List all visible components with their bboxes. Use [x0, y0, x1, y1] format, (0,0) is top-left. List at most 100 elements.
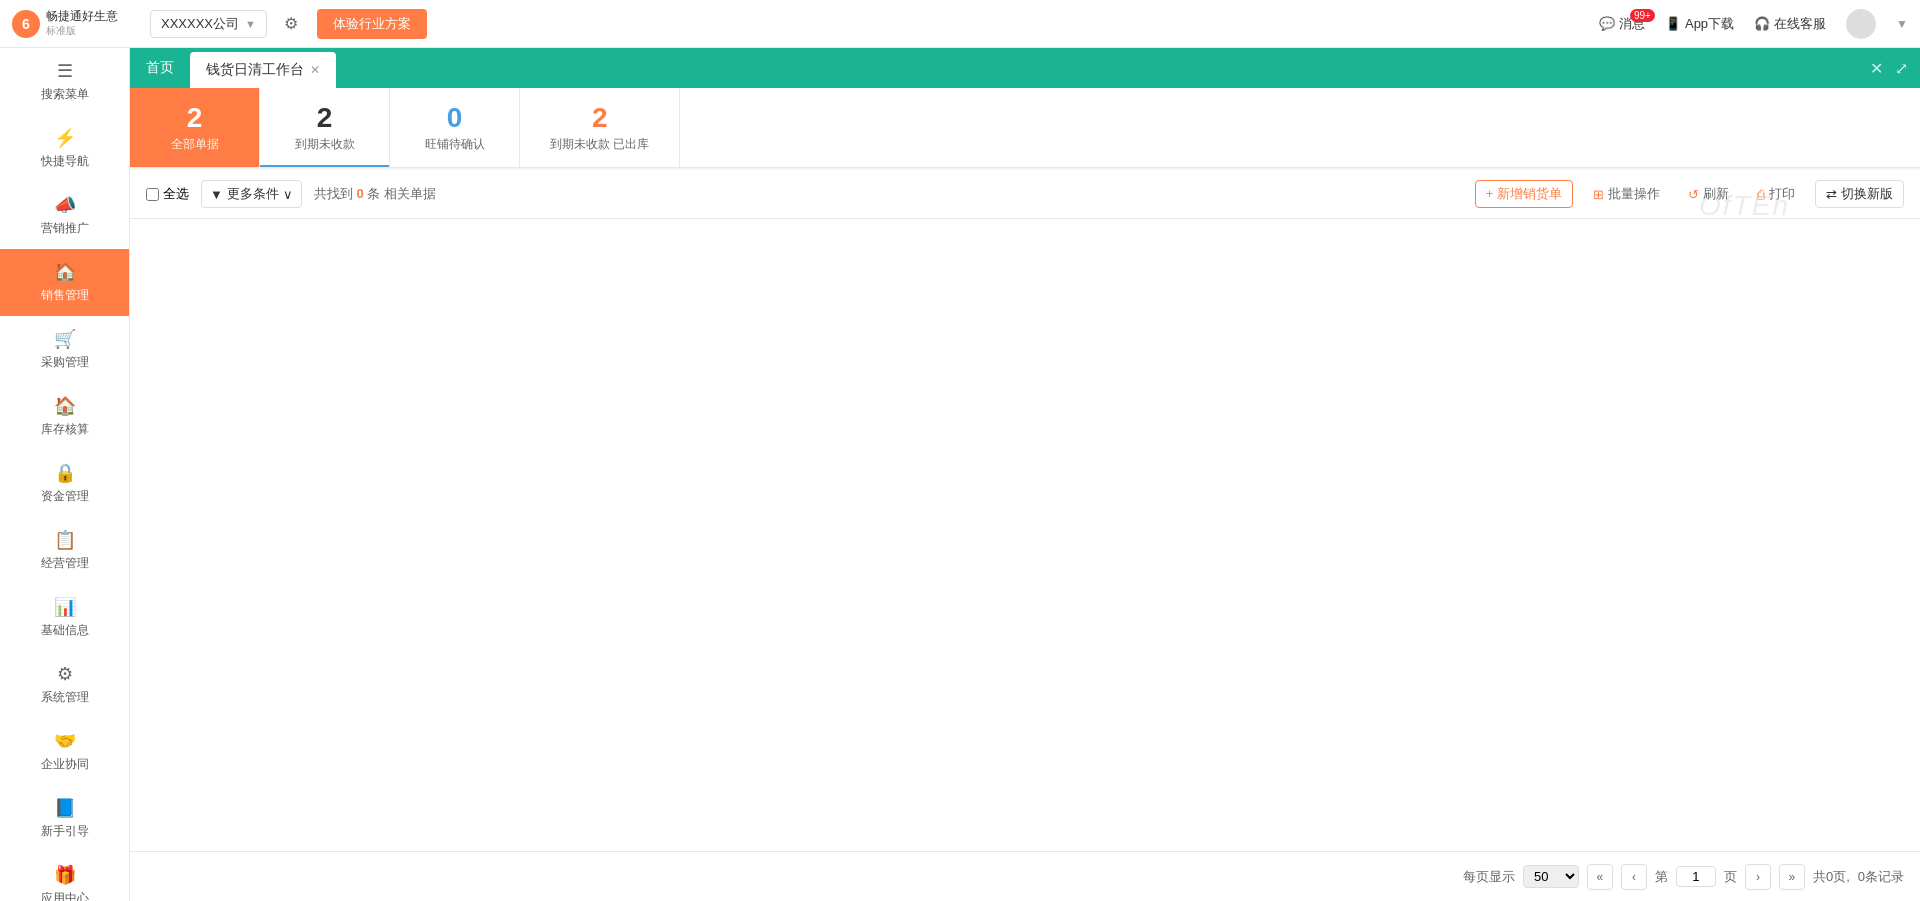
sidebar-label-inventory: 库存核算 [41, 421, 89, 438]
stat-label-overdue: 到期未收款 [295, 136, 355, 153]
prev-page-icon: ‹ [1632, 870, 1636, 884]
top-bar: 6 畅捷通好生意 标准版 XXXXXX公司 ▼ ⚙ 体验行业方案 💬 消息 99… [0, 0, 1920, 48]
tab-close-all-icon[interactable]: ✕ [1870, 59, 1883, 78]
next-page-button[interactable]: › [1745, 864, 1771, 890]
logo-text: 畅捷通好生意 [46, 9, 118, 25]
username-area[interactable]: ▼ [1896, 17, 1908, 31]
page-size-select[interactable]: 10 20 50 100 [1523, 865, 1579, 888]
quicknav-icon: ⚡ [54, 127, 76, 149]
prev-page-button[interactable]: ‹ [1621, 864, 1647, 890]
stat-label-all: 全部单据 [171, 136, 219, 153]
stat-card-overdue-shipped[interactable]: 2 到期未收款 已出库 [520, 88, 680, 167]
select-all-checkbox[interactable]: 全选 [146, 185, 189, 203]
message-badge: 99+ [1630, 9, 1655, 22]
sidebar-item-operation[interactable]: 📋 经营管理 [0, 517, 129, 584]
stat-card-all[interactable]: 2 全部单据 [130, 88, 260, 167]
total-records-text: 0条记录 [1858, 868, 1904, 886]
next-page-icon: › [1756, 870, 1760, 884]
last-page-icon: » [1789, 870, 1796, 884]
basic-icon: 📊 [54, 596, 76, 618]
marketing-icon: 📣 [54, 194, 76, 216]
tab-workbench-label: 钱货日清工作台 [206, 61, 304, 79]
menu-icon: ☰ [57, 60, 73, 82]
message-button[interactable]: 💬 消息 99+ [1599, 15, 1645, 33]
sidebar-label-operation: 经营管理 [41, 555, 89, 572]
tab-home[interactable]: 首页 [130, 48, 190, 88]
switch-label: 切换新版 [1841, 185, 1893, 203]
sidebar-item-finance[interactable]: 🔒 资金管理 [0, 450, 129, 517]
sidebar-label-apps: 应用中心 [41, 890, 89, 901]
tab-workbench[interactable]: 钱货日清工作台 ✕ [190, 52, 336, 88]
toolbar-left: 全选 ▼ 更多条件 ∨ 共找到 0 条 相关单据 [146, 180, 1463, 208]
stat-number-overdue-shipped: 2 [592, 102, 608, 134]
gear-icon: ⚙ [284, 14, 298, 33]
stat-card-pending[interactable]: 0 旺铺待确认 [390, 88, 520, 167]
inventory-icon: 🏠 [54, 395, 76, 417]
switch-version-button[interactable]: ⇄ 切换新版 [1815, 180, 1904, 208]
company-name: XXXXXX公司 [161, 15, 239, 33]
download-icon: 📱 [1665, 16, 1681, 31]
sidebar-item-basic[interactable]: 📊 基础信息 [0, 584, 129, 651]
message-icon: 💬 [1599, 16, 1615, 31]
select-all-input[interactable] [146, 188, 159, 201]
filter-icon: ▼ [210, 187, 223, 202]
user-avatar[interactable] [1846, 9, 1876, 39]
username-text: ▼ [1896, 17, 1908, 31]
service-icon: 🎧 [1754, 16, 1770, 31]
app-download-button[interactable]: 📱 App下载 [1665, 15, 1734, 33]
tab-expand-icon[interactable]: ⤢ [1895, 59, 1908, 78]
avatar-image [1846, 9, 1876, 39]
experience-button[interactable]: 体验行业方案 [317, 9, 427, 39]
settings-button[interactable]: ⚙ [275, 8, 307, 40]
sidebar-item-apps[interactable]: 🎁 应用中心 [0, 852, 129, 901]
company-dropdown-arrow: ▼ [245, 18, 256, 30]
stat-card-overdue[interactable]: 2 到期未收款 [260, 88, 390, 167]
apps-icon: 🎁 [54, 864, 76, 886]
app-download-label: App下载 [1685, 15, 1734, 33]
tab-close-icon[interactable]: ✕ [310, 63, 320, 77]
first-page-button[interactable]: « [1587, 864, 1613, 890]
sidebar-item-marketing[interactable]: 📣 营销推广 [0, 182, 129, 249]
page-number-input[interactable] [1676, 866, 1716, 887]
refresh-icon: ↺ [1688, 187, 1699, 202]
add-sale-label: + 新增销货单 [1486, 185, 1562, 203]
sidebar-item-search[interactable]: ☰ 搜索菜单 [0, 48, 129, 115]
sidebar-item-system[interactable]: ⚙ 系统管理 [0, 651, 129, 718]
tab-bar-actions: ✕ ⤢ [1870, 59, 1920, 78]
sidebar-item-purchase[interactable]: 🛒 采购管理 [0, 316, 129, 383]
guide-icon: 📘 [54, 797, 76, 819]
batch-operation-button[interactable]: ⊞ 批量操作 [1585, 181, 1668, 207]
logo-area: 6 畅捷通好生意 标准版 [12, 9, 142, 39]
batch-label: 批量操作 [1608, 185, 1660, 203]
company-selector[interactable]: XXXXXX公司 ▼ [150, 10, 267, 38]
tab-home-label: 首页 [146, 59, 174, 77]
top-right-area: 💬 消息 99+ 📱 App下载 🎧 在线客服 ▼ [1599, 9, 1908, 39]
main-content: 2 全部单据 2 到期未收款 0 旺铺待确认 2 到期未收款 已出库 [130, 88, 1920, 901]
total-pages-text: 共0页, [1813, 868, 1850, 886]
sidebar-item-sales[interactable]: 🏠 销售管理 [0, 249, 129, 316]
sidebar-label-purchase: 采购管理 [41, 354, 89, 371]
filter-label: 更多条件 [227, 185, 279, 203]
online-service-label: 在线客服 [1774, 15, 1826, 33]
switch-icon: ⇄ [1826, 187, 1837, 202]
stat-number-overdue: 2 [317, 102, 333, 134]
sidebar-item-inventory[interactable]: 🏠 库存核算 [0, 383, 129, 450]
sidebar: ☰ 搜索菜单 ⚡ 快捷导航 📣 营销推广 🏠 销售管理 🛒 采购管理 🏠 库存核… [0, 48, 130, 901]
table-area [130, 219, 1920, 851]
add-sale-button[interactable]: + 新增销货单 [1475, 180, 1573, 208]
sidebar-label-guide: 新手引导 [41, 823, 89, 840]
sidebar-label-basic: 基础信息 [41, 622, 89, 639]
sidebar-item-guide[interactable]: 📘 新手引导 [0, 785, 129, 852]
filter-button[interactable]: ▼ 更多条件 ∨ [201, 180, 302, 208]
found-count: 0 [357, 186, 364, 201]
batch-icon: ⊞ [1593, 187, 1604, 202]
print-button[interactable]: ⎙ 打印 [1749, 181, 1803, 207]
enterprise-icon: 🤝 [54, 730, 76, 752]
logo-badge: 标准版 [46, 24, 118, 38]
online-service-button[interactable]: 🎧 在线客服 [1754, 15, 1826, 33]
sidebar-item-quicknav[interactable]: ⚡ 快捷导航 [0, 115, 129, 182]
sidebar-item-enterprise[interactable]: 🤝 企业协同 [0, 718, 129, 785]
refresh-button[interactable]: ↺ 刷新 [1680, 181, 1737, 207]
sidebar-label-quicknav: 快捷导航 [41, 153, 89, 170]
last-page-button[interactable]: » [1779, 864, 1805, 890]
